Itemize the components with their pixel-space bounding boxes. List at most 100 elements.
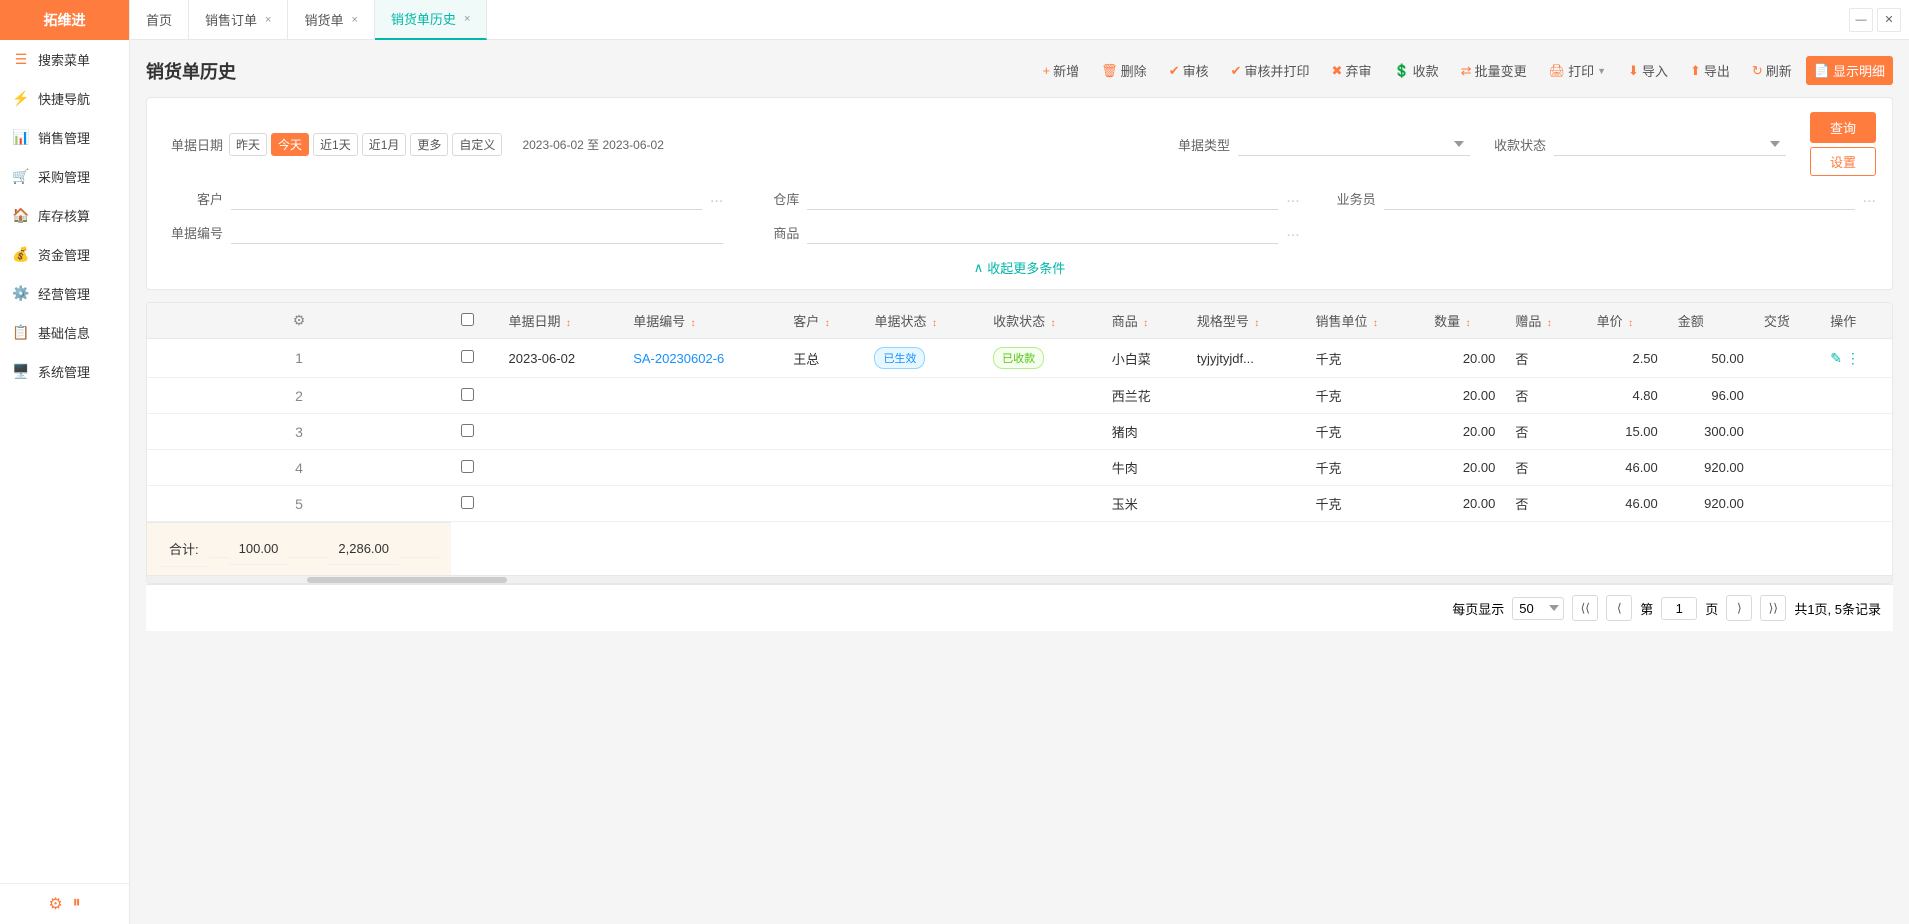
col-quantity[interactable]: 数量 ↕ bbox=[1424, 303, 1505, 339]
tab-sales-history[interactable]: 销货单历史 × bbox=[375, 0, 487, 40]
print-button[interactable]: 🖨 打印 ▼ bbox=[1541, 56, 1614, 85]
window-minimize-btn[interactable]: — bbox=[1849, 8, 1873, 32]
scrollbar-thumb[interactable] bbox=[307, 577, 507, 583]
sidebar-item-sales-mgmt[interactable]: 📊 销售管理 bbox=[0, 118, 129, 157]
goods-picker-icon[interactable]: ... bbox=[1286, 223, 1299, 241]
agent-input[interactable] bbox=[1384, 186, 1855, 210]
row-doc-no[interactable]: SA-20230602-6 bbox=[623, 339, 783, 378]
tab-controls: — ✕ bbox=[1849, 8, 1909, 32]
sidebar-item-sys-mgmt[interactable]: 🖥️ 系统管理 bbox=[0, 352, 129, 391]
per-page-select[interactable]: 50 100 200 bbox=[1512, 597, 1564, 620]
tab-sales-invoice-close[interactable]: × bbox=[351, 14, 357, 26]
row-checkbox[interactable] bbox=[461, 496, 474, 509]
col-checkbox-header[interactable] bbox=[451, 303, 499, 339]
page-number-input[interactable] bbox=[1661, 597, 1697, 620]
select-all-checkbox[interactable] bbox=[461, 313, 474, 326]
row-checkbox-cell[interactable] bbox=[451, 378, 499, 414]
row-doc-no[interactable] bbox=[623, 414, 783, 450]
tab-home[interactable]: 首页 bbox=[130, 0, 189, 40]
sidebar-item-purchase-mgmt[interactable]: 🛒 采购管理 bbox=[0, 157, 129, 196]
export-button[interactable]: ⬆ 导出 bbox=[1682, 56, 1738, 85]
date-yesterday-btn[interactable]: 昨天 bbox=[229, 133, 267, 156]
col-unit-price[interactable]: 单价 ↕ bbox=[1587, 303, 1668, 339]
date-today-btn[interactable]: 今天 bbox=[271, 133, 309, 156]
tab-sales-order-close[interactable]: × bbox=[265, 14, 271, 26]
date-more-btn[interactable]: 更多 bbox=[410, 133, 448, 156]
settings-button[interactable]: 设置 bbox=[1810, 147, 1876, 176]
col-doc-status[interactable]: 单据状态 ↕ bbox=[864, 303, 983, 339]
col-doc-date[interactable]: 单据日期 ↕ bbox=[499, 303, 624, 339]
sidebar-item-inventory[interactable]: 🏠 库存核算 bbox=[0, 196, 129, 235]
audit-print-button[interactable]: ✔ 审核并打印 bbox=[1223, 56, 1318, 85]
sidebar-item-finance-mgmt[interactable]: 💰 资金管理 bbox=[0, 235, 129, 274]
row-doc-status bbox=[864, 378, 983, 414]
sidebar-settings-icon[interactable]: ⚙ bbox=[48, 894, 62, 914]
batch-change-button[interactable]: ⇄ 批量变更 bbox=[1453, 56, 1535, 85]
row-checkbox-cell[interactable] bbox=[451, 414, 499, 450]
delete-button[interactable]: 🗑 删除 bbox=[1093, 56, 1155, 85]
warehouse-input[interactable] bbox=[807, 186, 1278, 210]
collapse-button[interactable]: ∧ 收起更多条件 bbox=[163, 254, 1876, 281]
row-spec: tyjyjtyjdf... bbox=[1187, 339, 1306, 378]
row-doc-no[interactable] bbox=[623, 378, 783, 414]
row-checkbox-cell[interactable] bbox=[451, 486, 499, 522]
new-button[interactable]: + 新增 bbox=[1035, 56, 1088, 85]
tab-sales-invoice[interactable]: 销货单 × bbox=[288, 0, 374, 40]
discard-button[interactable]: ✖ 弃审 bbox=[1324, 56, 1380, 85]
audit-button[interactable]: ✔ 审核 bbox=[1161, 56, 1217, 85]
warehouse-picker-icon[interactable]: ... bbox=[1286, 189, 1299, 207]
row-checkbox-cell[interactable] bbox=[451, 450, 499, 486]
last-page-btn[interactable]: ⟩⟩ bbox=[1760, 595, 1786, 621]
collect-button[interactable]: 💲 收款 bbox=[1385, 56, 1446, 85]
col-doc-date-sort-icon: ↕ bbox=[566, 318, 571, 329]
row-checkbox-cell[interactable] bbox=[451, 339, 499, 378]
sidebar-item-quick-nav[interactable]: ⚡ 快捷导航 bbox=[0, 79, 129, 118]
discard-label: 弃审 bbox=[1345, 61, 1371, 80]
status-badge: 已生效 bbox=[874, 347, 925, 369]
col-customer[interactable]: 客户 ↕ bbox=[783, 303, 864, 339]
col-doc-no[interactable]: 单据编号 ↕ bbox=[623, 303, 783, 339]
show-detail-button[interactable]: 📄 显示明细 bbox=[1806, 56, 1893, 85]
customer-picker-icon[interactable]: ... bbox=[710, 189, 723, 207]
sidebar-item-ops-mgmt[interactable]: ⚙️ 经营管理 bbox=[0, 274, 129, 313]
sidebar-item-search-menu[interactable]: ☰ 搜索菜单 bbox=[0, 40, 129, 79]
row-checkbox[interactable] bbox=[461, 388, 474, 401]
row-doc-no[interactable] bbox=[623, 486, 783, 522]
col-sales-unit[interactable]: 销售单位 ↕ bbox=[1306, 303, 1425, 339]
sidebar-item-basic-info[interactable]: 📋 基础信息 bbox=[0, 313, 129, 352]
row-checkbox[interactable] bbox=[461, 424, 474, 437]
sidebar-collapse-icon[interactable]: ⏸ bbox=[73, 894, 81, 914]
row-checkbox[interactable] bbox=[461, 350, 474, 363]
horizontal-scrollbar[interactable] bbox=[147, 575, 1892, 583]
row-doc-no[interactable] bbox=[623, 450, 783, 486]
col-gift[interactable]: 赠品 ↕ bbox=[1505, 303, 1586, 339]
table-row: 3 猪肉 千克 20.00 否 15.00 300.00 bbox=[147, 414, 1892, 450]
col-settings[interactable]: ⚙ bbox=[147, 303, 451, 339]
col-goods[interactable]: 商品 ↕ bbox=[1102, 303, 1187, 339]
import-button[interactable]: ⬇ 导入 bbox=[1620, 56, 1676, 85]
sidebar: 拓维进 ☰ 搜索菜单 ⚡ 快捷导航 📊 销售管理 🛒 采购管理 🏠 库存核算 💰… bbox=[0, 0, 130, 924]
payment-status-select[interactable] bbox=[1554, 132, 1786, 156]
refresh-button[interactable]: ↻ 刷新 bbox=[1744, 56, 1800, 85]
col-payment-status[interactable]: 收款状态 ↕ bbox=[983, 303, 1102, 339]
edit-icon[interactable]: ✎ bbox=[1830, 350, 1842, 367]
goods-input[interactable] bbox=[807, 220, 1278, 244]
date-custom-btn[interactable]: 自定义 bbox=[452, 133, 502, 156]
row-checkbox[interactable] bbox=[461, 460, 474, 473]
prev-page-btn[interactable]: ⟨ bbox=[1606, 595, 1632, 621]
audit-print-label: 审核并打印 bbox=[1245, 61, 1310, 80]
more-action-icon[interactable]: ⋮ bbox=[1846, 350, 1860, 367]
tab-sales-history-close[interactable]: × bbox=[464, 13, 470, 25]
first-page-btn[interactable]: ⟨⟨ bbox=[1572, 595, 1598, 621]
date-last1month-btn[interactable]: 近1月 bbox=[362, 133, 407, 156]
doc-no-input[interactable] bbox=[231, 220, 723, 244]
window-close-btn[interactable]: ✕ bbox=[1877, 8, 1901, 32]
tab-sales-order[interactable]: 销售订单 × bbox=[189, 0, 288, 40]
customer-input[interactable] bbox=[231, 186, 702, 210]
next-page-btn[interactable]: ⟩ bbox=[1726, 595, 1752, 621]
col-spec[interactable]: 规格型号 ↕ bbox=[1187, 303, 1306, 339]
query-button[interactable]: 查询 bbox=[1810, 112, 1876, 143]
agent-picker-icon[interactable]: ... bbox=[1863, 189, 1876, 207]
doc-type-select[interactable] bbox=[1238, 132, 1470, 156]
date-last7-btn[interactable]: 近1天 bbox=[313, 133, 358, 156]
